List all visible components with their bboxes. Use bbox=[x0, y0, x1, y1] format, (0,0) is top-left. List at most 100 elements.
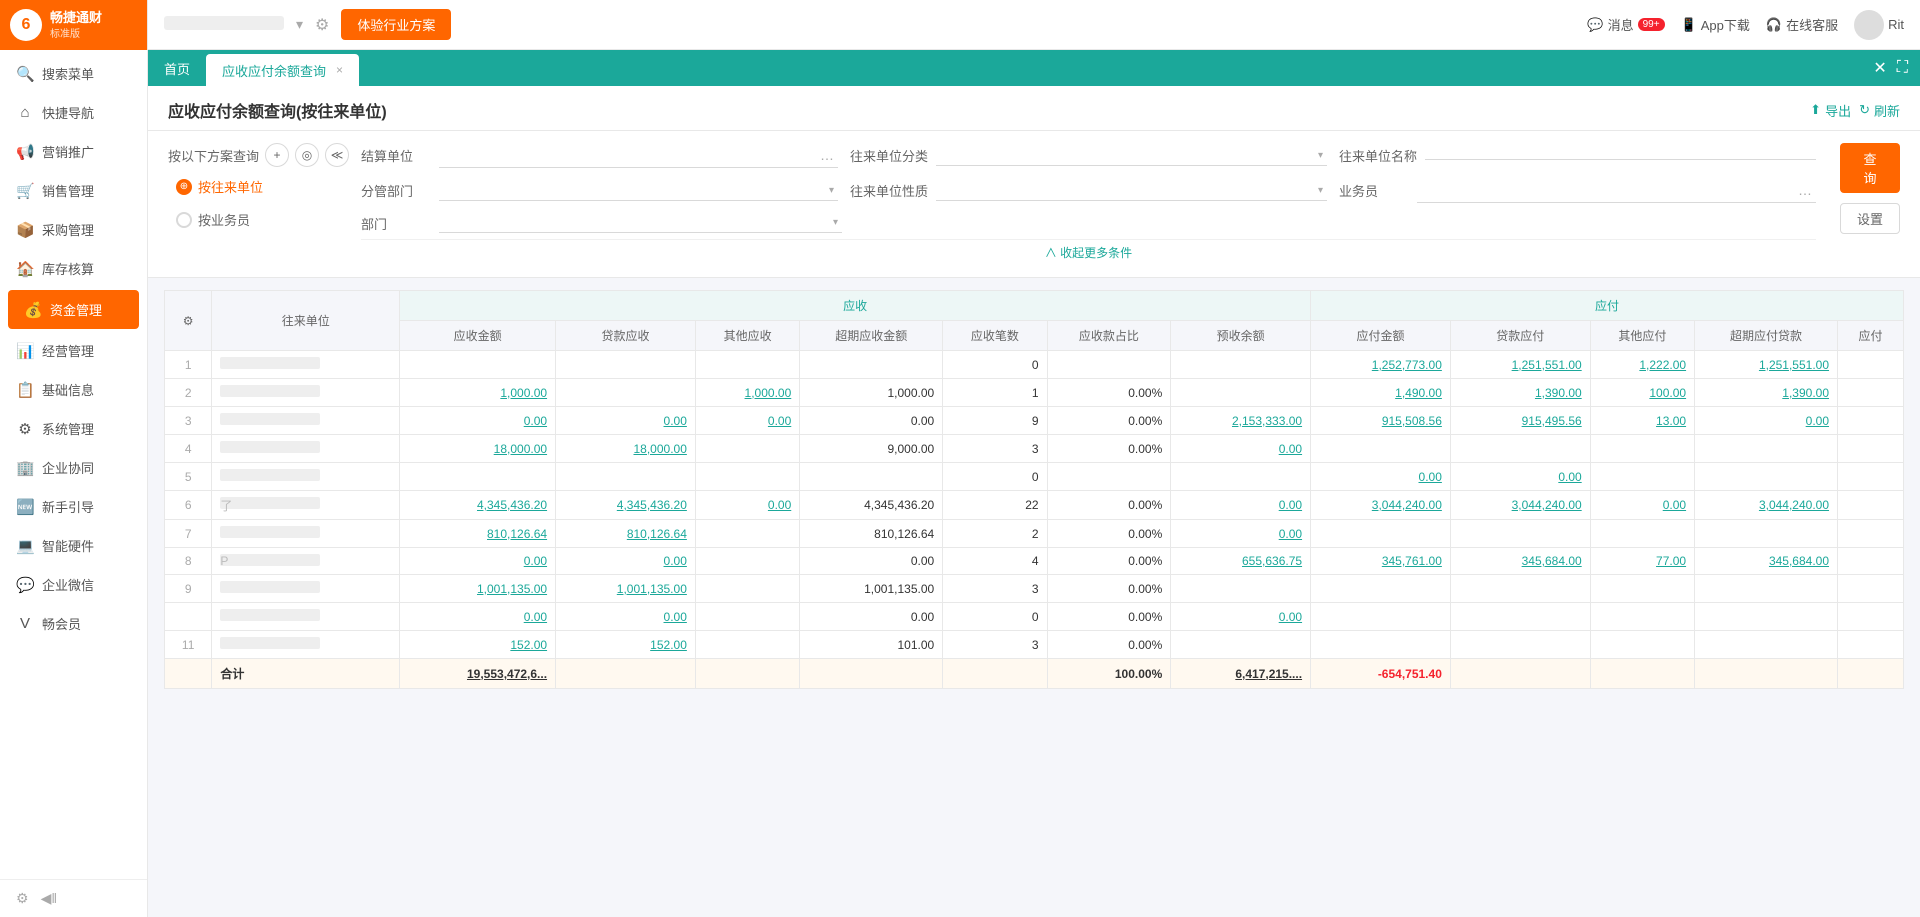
th-ar-ratio: 应收款占比 bbox=[1047, 321, 1171, 351]
sidebar-item-label: 搜索菜单 bbox=[42, 64, 94, 83]
mobile-icon: 📱 bbox=[1681, 17, 1697, 33]
dept-label: 部门 bbox=[361, 214, 431, 233]
sidebar-item-label: 销售管理 bbox=[42, 181, 94, 200]
filter-scheme: 按以下方案查询 + ◎ ≪ ⊕ 按往来单位 按业务员 bbox=[168, 143, 349, 233]
partner-name-input[interactable] bbox=[1425, 151, 1816, 160]
system-icon: ⚙ bbox=[16, 420, 34, 438]
header-right: 💬 消息 99+ 📱 App下载 🎧 在线客服 Rit bbox=[1587, 10, 1904, 40]
search-icon: 🔍 bbox=[16, 65, 34, 83]
app-download-label: App下载 bbox=[1701, 15, 1750, 34]
filter-row2: 分管部门 ▾ 往来单位性质 ▾ 业务员 … bbox=[361, 178, 1816, 203]
filter-add-btn[interactable]: + bbox=[265, 143, 289, 167]
table-row: 101,252,773.001,251,551.001,222.001,251,… bbox=[165, 351, 1904, 379]
sidebar-item-label: 智能硬件 bbox=[42, 536, 94, 555]
sidebar-item-system[interactable]: ⚙ 系统管理 bbox=[0, 409, 147, 448]
refresh-icon: ↻ bbox=[1859, 102, 1870, 118]
notification-icon: 💬 bbox=[1587, 17, 1603, 33]
filter-back-btn[interactable]: ≪ bbox=[325, 143, 349, 167]
notification-item[interactable]: 💬 消息 99+ bbox=[1587, 15, 1664, 34]
sidebar-item-search[interactable]: 🔍 搜索菜单 bbox=[0, 54, 147, 93]
tab-ar-ap[interactable]: 应收应付余额查询 × bbox=[206, 54, 359, 86]
sidebar-item-marketing[interactable]: 📢 营销推广 bbox=[0, 132, 147, 171]
sidebar-item-operations[interactable]: 📊 经营管理 bbox=[0, 331, 147, 370]
chevron-down-icon4: ▾ bbox=[833, 217, 838, 228]
online-service-item[interactable]: 🎧 在线客服 bbox=[1766, 15, 1838, 34]
page-actions: ⬆ 导出 ↻ 刷新 bbox=[1810, 101, 1900, 120]
query-button[interactable]: 查询 bbox=[1840, 143, 1900, 193]
sidebar-item-guide[interactable]: 🆕 新手引导 bbox=[0, 487, 147, 526]
filter-actions: 查询 设置 bbox=[1840, 143, 1900, 234]
sidebar-item-wechat[interactable]: 💬 企业微信 bbox=[0, 565, 147, 604]
footer-ap-col bbox=[1838, 659, 1904, 689]
brand-tag: 标准版 bbox=[50, 25, 102, 40]
sidebar-item-label: 快捷导航 bbox=[42, 103, 94, 122]
filter-target-btn[interactable]: ◎ bbox=[295, 143, 319, 167]
user-area[interactable]: Rit bbox=[1854, 10, 1904, 40]
row-num: 1 bbox=[165, 351, 212, 379]
th-partner: 往来单位 bbox=[212, 291, 400, 351]
sidebar-item-inventory[interactable]: 🏠 库存核算 bbox=[0, 249, 147, 288]
sidebar-settings-icon[interactable]: ⚙ bbox=[16, 890, 29, 907]
dept-select[interactable]: ▾ bbox=[439, 213, 842, 233]
sidebar-item-finance[interactable]: 💰 资金管理 bbox=[8, 290, 139, 329]
hardware-icon: 💻 bbox=[16, 537, 34, 555]
row-num: 7 bbox=[165, 520, 212, 548]
sidebar-item-label: 经营管理 bbox=[42, 341, 94, 360]
th-prepay: 预收余额 bbox=[1171, 321, 1311, 351]
sidebar-item-vip[interactable]: V 畅会员 bbox=[0, 604, 147, 643]
refresh-button[interactable]: ↻ 刷新 bbox=[1859, 101, 1900, 120]
export-button[interactable]: ⬆ 导出 bbox=[1810, 101, 1851, 120]
notification-badge: 99+ bbox=[1638, 18, 1665, 31]
sidebar-collapse-icon[interactable]: ◀‖ bbox=[41, 890, 58, 907]
collapse-bar[interactable]: ∧ 收起更多条件 bbox=[361, 239, 1816, 265]
guide-icon: 🆕 bbox=[16, 498, 34, 516]
sidebar-item-hardware[interactable]: 💻 智能硬件 bbox=[0, 526, 147, 565]
sidebar-item-label: 系统管理 bbox=[42, 419, 94, 438]
table-row: 7810,126.64810,126.64810,126.6420.00%0.0… bbox=[165, 520, 1904, 548]
tab-home[interactable]: 首页 bbox=[148, 50, 206, 86]
sidebar-menu: 🔍 搜索菜单 ⌂ 快捷导航 📢 营销推广 🛒 销售管理 📦 采购管理 🏠 库存核… bbox=[0, 50, 147, 879]
sidebar-item-quick[interactable]: ⌂ 快捷导航 bbox=[0, 93, 147, 132]
filter-option-salesperson[interactable]: 按业务员 bbox=[168, 206, 349, 233]
radio-dot-partner: ⊕ bbox=[176, 179, 192, 195]
sidebar-item-basic[interactable]: 📋 基础信息 bbox=[0, 370, 147, 409]
sidebar-item-label: 畅会员 bbox=[42, 614, 81, 633]
filter-salesperson: 业务员 … bbox=[1339, 178, 1816, 203]
row-num: 8 bbox=[165, 548, 212, 575]
partner-nature-select[interactable]: ▾ bbox=[936, 181, 1327, 201]
dropdown-icon[interactable]: ▾ bbox=[296, 16, 303, 33]
settings-icon[interactable]: ⚙ bbox=[315, 15, 329, 35]
partner-category-select[interactable]: ▾ bbox=[936, 146, 1327, 166]
footer-ar-loan bbox=[556, 659, 696, 689]
table-row: 8P0.000.000.0040.00%655,636.75345,761.00… bbox=[165, 548, 1904, 575]
app-download-item[interactable]: 📱 App下载 bbox=[1681, 15, 1750, 34]
tab-close-all-icon[interactable]: ✕ bbox=[1873, 58, 1886, 78]
sidebar-item-corp[interactable]: 🏢 企业协同 bbox=[0, 448, 147, 487]
sidebar-item-purchase[interactable]: 📦 采购管理 bbox=[0, 210, 147, 249]
row-num: 3 bbox=[165, 407, 212, 435]
salesperson-input[interactable]: … bbox=[1417, 178, 1816, 203]
cta-button[interactable]: 体验行业方案 bbox=[341, 9, 451, 40]
tab-close-icon[interactable]: × bbox=[336, 63, 343, 77]
sidebar-item-label: 资金管理 bbox=[50, 300, 102, 319]
th-ap-col: 应付 bbox=[1838, 321, 1904, 351]
setting-button[interactable]: 设置 bbox=[1840, 203, 1900, 234]
partner-name-label: 往来单位名称 bbox=[1339, 146, 1417, 165]
logo-icon: 6 bbox=[10, 9, 42, 41]
home-icon: ⌂ bbox=[16, 104, 34, 121]
filter-row1: 结算单位 … 往来单位分类 ▾ 往来单位名称 bbox=[361, 143, 1816, 168]
tab-expand-icon[interactable]: ⛶ bbox=[1897, 59, 1908, 77]
sidebar-item-sales[interactable]: 🛒 销售管理 bbox=[0, 171, 147, 210]
partner-cell bbox=[212, 463, 400, 491]
footer-prepay[interactable]: 6,417,215.... bbox=[1171, 659, 1311, 689]
footer-ar-amount[interactable]: 19,553,472,6... bbox=[400, 659, 556, 689]
tabbar: 首页 应收应付余额查询 × ✕ ⛶ bbox=[148, 50, 1920, 86]
footer-ap-loan bbox=[1450, 659, 1590, 689]
partner-cell: 了 bbox=[212, 491, 400, 520]
dept-manager-select[interactable]: ▾ bbox=[439, 181, 838, 201]
th-settings[interactable]: ⚙ bbox=[165, 291, 212, 351]
filter-option-partner[interactable]: ⊕ 按往来单位 bbox=[168, 173, 349, 200]
settlement-unit-input[interactable]: … bbox=[439, 143, 838, 168]
online-service-label: 在线客服 bbox=[1786, 15, 1838, 34]
avatar bbox=[1854, 10, 1884, 40]
